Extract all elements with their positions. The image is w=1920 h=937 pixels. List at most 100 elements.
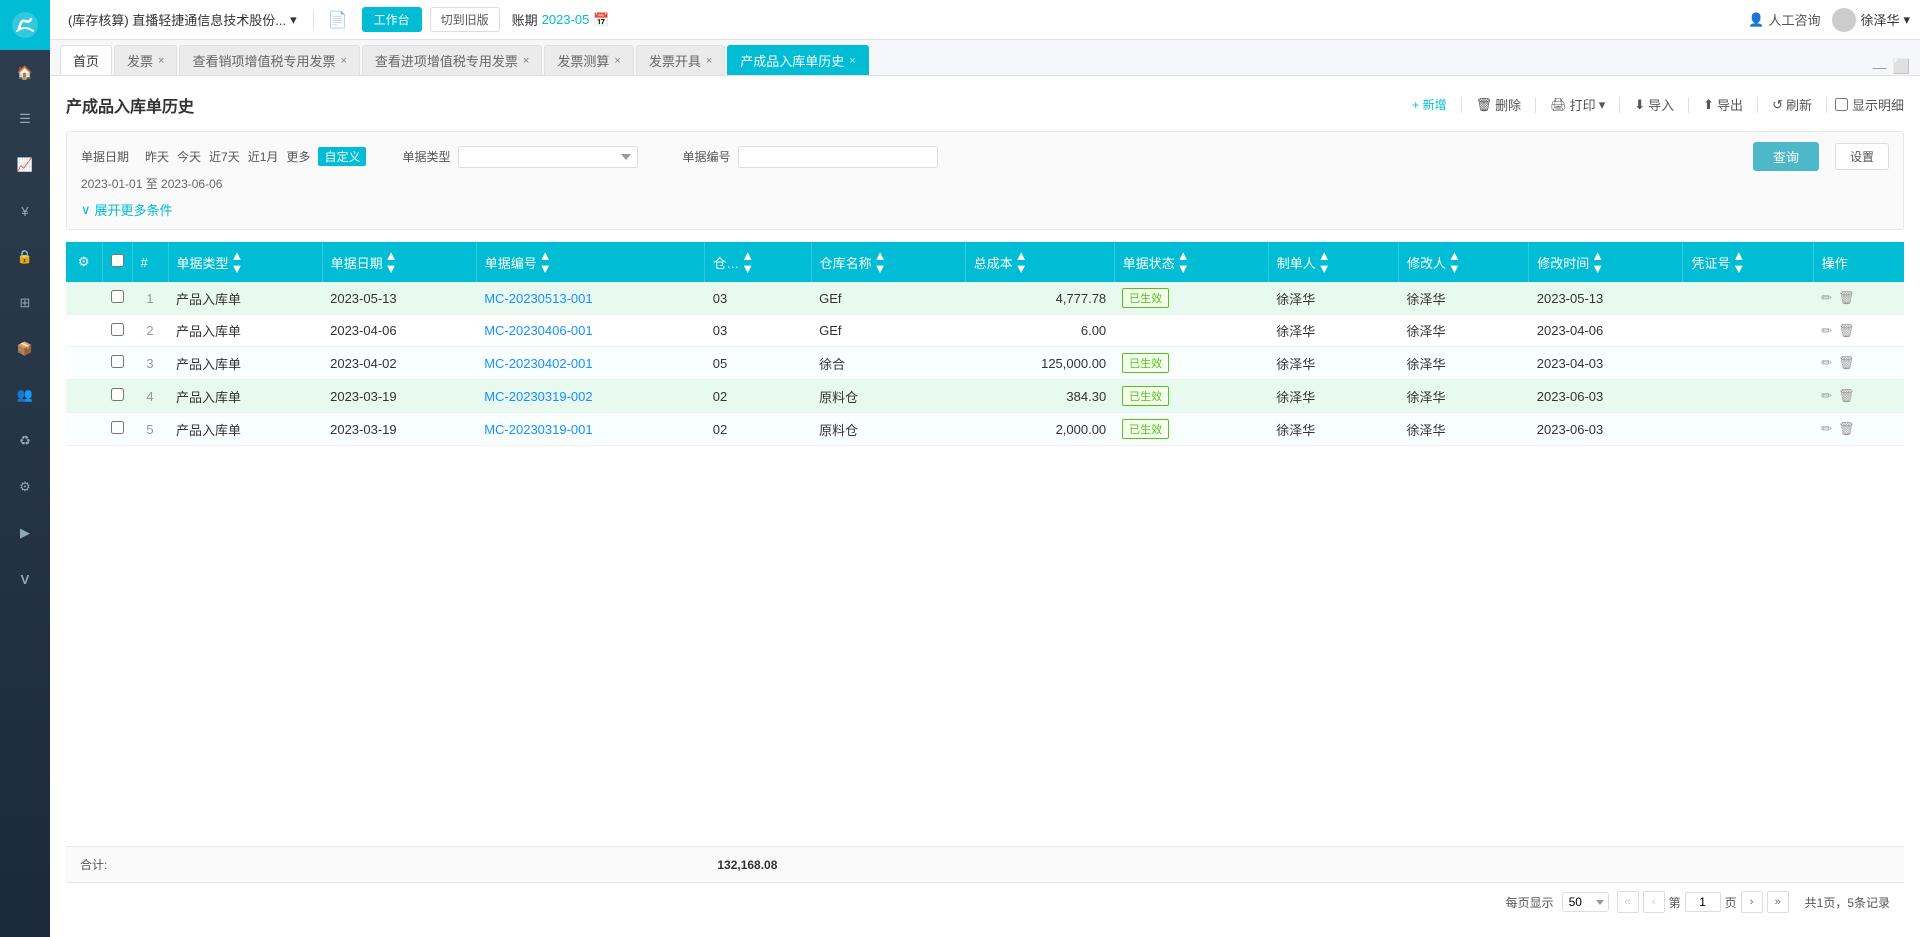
row-edit-icon[interactable]: ✏	[1821, 355, 1832, 371]
row-checkbox-cell[interactable]	[102, 413, 132, 446]
sidebar-item-money[interactable]: ¥	[0, 188, 50, 234]
row-checkbox[interactable]	[111, 323, 124, 336]
tab-calc-close[interactable]: ×	[614, 55, 620, 67]
tab-check-purchase-close[interactable]: ×	[523, 55, 529, 67]
number-input[interactable]	[738, 146, 938, 168]
last-page-btn[interactable]: »	[1767, 891, 1789, 913]
date-1month[interactable]: 近1月	[248, 148, 279, 165]
col-select-all[interactable]	[102, 242, 132, 282]
col-voucher[interactable]: 凭证号▲▼	[1683, 242, 1813, 282]
select-all-checkbox[interactable]	[111, 254, 124, 267]
sidebar-item-document[interactable]: ☰	[0, 96, 50, 142]
tab-check-sales[interactable]: 查看销项增值税专用发票 ×	[179, 45, 359, 75]
date-today[interactable]: 今天	[177, 148, 201, 165]
col-date[interactable]: 单据日期▲▼	[322, 242, 476, 282]
col-settings[interactable]: ⚙	[66, 242, 102, 282]
print-btn[interactable]: 🖨 打印 ▾	[1544, 92, 1611, 117]
row-delete-icon[interactable]: 🗑	[1838, 355, 1855, 371]
row-number-cell[interactable]: MC-20230513-001	[476, 282, 705, 315]
row-checkbox[interactable]	[111, 421, 124, 434]
period-selector[interactable]: 账期 2023-05 📅	[512, 10, 610, 29]
row-number-cell[interactable]: MC-20230402-001	[476, 347, 705, 380]
row-edit-icon[interactable]: ✏	[1821, 290, 1832, 306]
refresh-btn[interactable]: ↺ 刷新	[1766, 92, 1818, 117]
row-number-cell[interactable]: MC-20230406-001	[476, 315, 705, 347]
col-type[interactable]: 单据类型▲▼	[168, 242, 322, 282]
first-page-btn[interactable]: «	[1617, 891, 1639, 913]
date-yesterday[interactable]: 昨天	[145, 148, 169, 165]
sidebar-item-home[interactable]: 🏠	[0, 50, 50, 96]
row-checkbox[interactable]	[111, 388, 124, 401]
workbench-btn[interactable]: 工作台	[362, 7, 422, 32]
col-number[interactable]: 单据编号▲▼	[476, 242, 705, 282]
col-modify-time[interactable]: 修改时间▲▼	[1529, 242, 1683, 282]
row-checkbox[interactable]	[111, 290, 124, 303]
date-7days[interactable]: 近7天	[209, 148, 240, 165]
query-btn[interactable]: 查询	[1753, 142, 1819, 171]
import-btn[interactable]: ⬇ 导入	[1628, 92, 1680, 117]
tab-open[interactable]: 发票开具 ×	[636, 45, 725, 75]
sidebar-item-play[interactable]: ▶	[0, 510, 50, 556]
new-btn[interactable]: + 新增	[1406, 93, 1452, 116]
user-menu[interactable]: 徐泽华 ▾	[1832, 8, 1910, 32]
row-number-link[interactable]: MC-20230406-001	[484, 323, 592, 338]
tab-product-history-close[interactable]: ×	[849, 55, 855, 67]
tab-calc[interactable]: 发票测算 ×	[544, 45, 633, 75]
type-select[interactable]	[458, 146, 638, 168]
tab-maximize-btn[interactable]: ⬜	[1893, 58, 1910, 75]
row-checkbox-cell[interactable]	[102, 347, 132, 380]
sidebar-item-grid[interactable]: ⊞	[0, 280, 50, 326]
col-status[interactable]: 单据状态▲▼	[1114, 242, 1268, 282]
row-number-cell[interactable]: MC-20230319-001	[476, 413, 705, 446]
row-delete-icon[interactable]: 🗑	[1838, 323, 1855, 339]
row-number-link[interactable]: MC-20230513-001	[484, 291, 592, 306]
row-delete-icon[interactable]: 🗑	[1838, 421, 1855, 437]
tab-minimize-btn[interactable]: —	[1873, 59, 1887, 75]
date-custom[interactable]: 自定义	[318, 147, 366, 166]
col-modifier[interactable]: 修改人▲▼	[1399, 242, 1529, 282]
col-creator[interactable]: 制单人▲▼	[1268, 242, 1398, 282]
col-warehouse-name[interactable]: 仓库名称▲▼	[811, 242, 965, 282]
sidebar-item-chart[interactable]: 📈	[0, 142, 50, 188]
row-number-link[interactable]: MC-20230319-001	[484, 422, 592, 437]
row-edit-icon[interactable]: ✏	[1821, 388, 1832, 404]
row-edit-icon[interactable]: ✏	[1821, 323, 1832, 339]
row-checkbox[interactable]	[111, 355, 124, 368]
sidebar-item-lock[interactable]: 🔒	[0, 234, 50, 280]
row-number-link[interactable]: MC-20230402-001	[484, 356, 592, 371]
tab-check-sales-close[interactable]: ×	[340, 55, 346, 67]
current-page-input[interactable]	[1685, 892, 1721, 912]
date-more[interactable]: 更多	[286, 148, 310, 165]
sidebar-item-people[interactable]: 👥	[0, 372, 50, 418]
row-checkbox-cell[interactable]	[102, 315, 132, 347]
row-checkbox-cell[interactable]	[102, 380, 132, 413]
document-btn[interactable]: 📄	[322, 7, 354, 33]
tab-invoice[interactable]: 发票 ×	[114, 45, 177, 75]
row-checkbox-cell[interactable]	[102, 282, 132, 315]
display-toggle-checkbox[interactable]	[1835, 98, 1848, 111]
row-edit-icon[interactable]: ✏	[1821, 421, 1832, 437]
row-number-cell[interactable]: MC-20230319-002	[476, 380, 705, 413]
tab-check-purchase[interactable]: 查看进项增值税专用发票 ×	[362, 45, 542, 75]
sidebar-item-settings[interactable]: ⚙	[0, 464, 50, 510]
tab-product-history[interactable]: 产成品入库单历史 ×	[727, 45, 868, 75]
col-warehouse-code[interactable]: 仓…▲▼	[705, 242, 811, 282]
next-page-btn[interactable]: ›	[1741, 891, 1763, 913]
sidebar-item-recycle[interactable]: ♻	[0, 418, 50, 464]
switch-old-btn[interactable]: 切到旧版	[430, 7, 500, 32]
prev-page-btn[interactable]: ‹	[1643, 891, 1665, 913]
tab-open-close[interactable]: ×	[706, 55, 712, 67]
tab-home[interactable]: 首页	[60, 45, 112, 75]
sidebar-item-inventory[interactable]: 📦	[0, 326, 50, 372]
expand-filter-btn[interactable]: ∨ 展开更多条件	[81, 200, 1889, 219]
sidebar-item-v[interactable]: V	[0, 556, 50, 602]
row-delete-icon[interactable]: 🗑	[1838, 388, 1855, 404]
tab-invoice-close[interactable]: ×	[158, 55, 164, 67]
export-btn[interactable]: ⬆ 导出	[1697, 92, 1749, 117]
row-delete-icon[interactable]: 🗑	[1838, 290, 1855, 306]
col-total-cost[interactable]: 总成本▲▼	[965, 242, 1114, 282]
delete-btn[interactable]: 🗑 删除	[1470, 92, 1528, 117]
row-number-link[interactable]: MC-20230319-002	[484, 389, 592, 404]
company-selector[interactable]: (库存核算) 直播轻捷通信息技术股份... ▾	[60, 10, 305, 29]
per-page-select[interactable]: 50 100	[1562, 892, 1609, 912]
